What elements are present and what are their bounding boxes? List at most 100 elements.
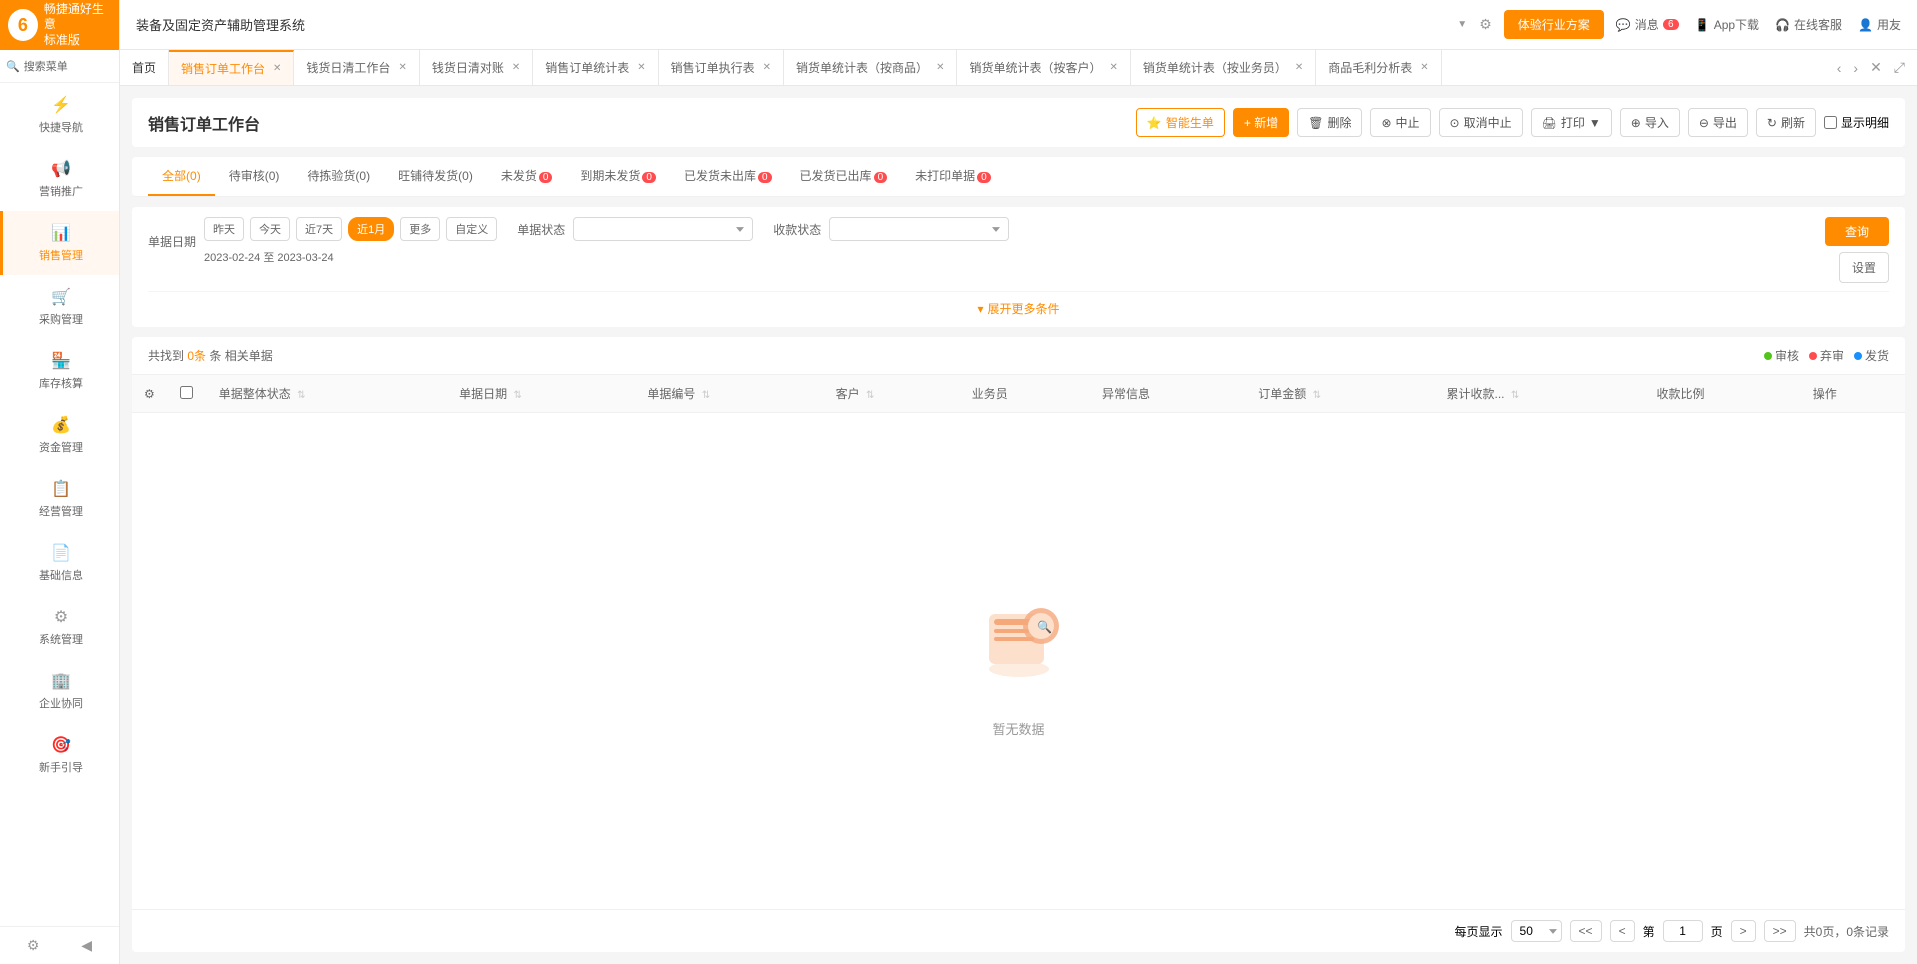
- filter-tab-pending-review[interactable]: 待审核(0): [215, 157, 294, 196]
- sidebar-item-guide[interactable]: 🎯 新手引导: [0, 723, 119, 787]
- tab-sales-workbench[interactable]: 销售订单工作台 ✕: [169, 50, 294, 86]
- page-header: 销售订单工作台 ⭐ 智能生单 + 新增 🗑 删除 ⊗ 中止 ⊙ 取消中止: [132, 98, 1905, 147]
- sidebar-item-enterprise[interactable]: 🏢 企业协同: [0, 659, 119, 723]
- filter-tab-all[interactable]: 全部(0): [148, 157, 215, 196]
- print-btn[interactable]: 🖨 打印 ▼: [1531, 108, 1612, 137]
- filter-tab-wangpu-ship[interactable]: 旺铺待发货(0): [384, 157, 487, 196]
- tab-close-summary-customer[interactable]: ✕: [1109, 62, 1117, 73]
- date-btn-7days[interactable]: 近7天: [296, 217, 342, 241]
- refresh-btn[interactable]: ↻ 刷新: [1756, 108, 1816, 137]
- new-btn[interactable]: + 新增: [1233, 108, 1289, 137]
- tab-sales-stats[interactable]: 销售订单统计表 ✕: [533, 50, 658, 86]
- sidebar-item-quick-nav[interactable]: ⚡ 快捷导航: [0, 83, 119, 147]
- tab-expand[interactable]: ⤢: [1890, 57, 1909, 78]
- tab-product-margin[interactable]: 商品毛利分析表 ✕: [1316, 50, 1441, 86]
- filter-tab-shipped-out[interactable]: 已发货已出库0: [786, 157, 902, 196]
- operations-icon: 📋: [51, 479, 71, 499]
- system-icon: ⚙: [54, 607, 68, 627]
- date-btn-today[interactable]: 今天: [250, 217, 290, 241]
- review-action[interactable]: 审核: [1764, 347, 1799, 364]
- tab-summary-customer[interactable]: 销货单统计表（按客户） ✕: [957, 50, 1130, 86]
- col-date[interactable]: 单据日期 ⇅: [447, 375, 635, 413]
- date-btn-more[interactable]: 更多: [400, 217, 440, 241]
- next-page-btn[interactable]: >: [1731, 920, 1756, 942]
- payment-select[interactable]: [829, 217, 1009, 241]
- tab-close-cash-reconcile[interactable]: ✕: [512, 62, 520, 73]
- tab-scroll-right[interactable]: ›: [1849, 58, 1862, 78]
- col-customer[interactable]: 客户 ⇅: [824, 375, 960, 413]
- message-item[interactable]: 💬 消息 6: [1616, 16, 1679, 33]
- col-collected[interactable]: 累计收款... ⇅: [1435, 375, 1645, 413]
- last-page-btn[interactable]: >>: [1764, 920, 1796, 942]
- sidebar-item-purchase[interactable]: 🛒 采购管理: [0, 275, 119, 339]
- tab-close-summary-product[interactable]: ✕: [936, 62, 944, 73]
- col-checkbox[interactable]: [167, 375, 207, 413]
- search-row: 单据日期 昨天 今天 近7天 近1月 更多 自定义 2023-02-24 至 2…: [148, 217, 1889, 283]
- date-btn-1month[interactable]: 近1月: [348, 217, 394, 241]
- first-page-btn[interactable]: <<: [1570, 920, 1602, 942]
- tab-close-cash-daily[interactable]: ✕: [398, 62, 406, 73]
- sort-collected-icon: ⇅: [1511, 390, 1519, 401]
- sidebar-item-operations[interactable]: 📋 经营管理: [0, 467, 119, 531]
- tab-sales-exec[interactable]: 销售订单执行表 ✕: [659, 50, 784, 86]
- tab-close-sales-workbench[interactable]: ✕: [273, 63, 281, 74]
- sidebar-item-basic-info[interactable]: 📄 基础信息: [0, 531, 119, 595]
- print-dropdown-icon[interactable]: ▼: [1589, 116, 1601, 130]
- col-amount[interactable]: 订单金额 ⇅: [1246, 375, 1434, 413]
- page-size-select[interactable]: 10 20 50 100: [1511, 920, 1562, 942]
- page-number-input[interactable]: [1663, 920, 1703, 942]
- ship-action[interactable]: 发货: [1854, 347, 1889, 364]
- tab-close-sales-stats[interactable]: ✕: [637, 62, 645, 73]
- stop-btn[interactable]: ⊗ 中止: [1370, 108, 1430, 137]
- smart-btn[interactable]: ⭐ 智能生单: [1136, 108, 1225, 137]
- import-btn[interactable]: ⊕ 导入: [1620, 108, 1680, 137]
- delete-btn[interactable]: 🗑 删除: [1297, 108, 1362, 137]
- export-btn[interactable]: ⊖ 导出: [1688, 108, 1748, 137]
- message-badge: 6: [1663, 19, 1679, 30]
- sidebar-item-marketing[interactable]: 📢 营销推广: [0, 147, 119, 211]
- col-settings[interactable]: ⚙: [132, 375, 167, 413]
- tab-close-product-margin[interactable]: ✕: [1420, 62, 1428, 73]
- date-btn-custom[interactable]: 自定义: [446, 217, 497, 241]
- experience-btn[interactable]: 体验行业方案: [1504, 10, 1604, 39]
- filter-tab-shipped-not-out[interactable]: 已发货未出库0: [670, 157, 786, 196]
- show-detail-checkbox[interactable]: [1824, 116, 1837, 129]
- sidebar-item-inventory[interactable]: 🏪 库存核算: [0, 339, 119, 403]
- sidebar-settings-icon[interactable]: ⚙: [27, 937, 40, 954]
- col-number[interactable]: 单据编号 ⇅: [635, 375, 823, 413]
- cancel-action[interactable]: 弃审: [1809, 347, 1844, 364]
- tab-close-sales-exec[interactable]: ✕: [763, 62, 771, 73]
- tab-cash-daily[interactable]: 钱货日清工作台 ✕: [294, 50, 419, 86]
- search-settings-btn[interactable]: 设置: [1839, 252, 1889, 283]
- online-service-item[interactable]: 🎧 在线客服: [1775, 16, 1842, 33]
- tab-close-all[interactable]: ✕: [1866, 57, 1886, 78]
- tab-cash-reconcile[interactable]: 钱货日清对账 ✕: [420, 50, 533, 86]
- show-detail-label[interactable]: 显示明细: [1824, 114, 1889, 131]
- status-select[interactable]: [573, 217, 753, 241]
- filter-tab-pending-inspect[interactable]: 待拣验货(0): [293, 157, 384, 196]
- filter-tab-overdue[interactable]: 到期未发货0: [566, 157, 670, 196]
- tab-close-summary-staff[interactable]: ✕: [1295, 62, 1303, 73]
- col-status[interactable]: 单据整体状态 ⇅: [207, 375, 447, 413]
- sidebar-collapse-icon[interactable]: ◀: [81, 937, 92, 954]
- system-dropdown-icon[interactable]: ▼: [1457, 19, 1467, 30]
- prev-page-btn[interactable]: <: [1610, 920, 1635, 942]
- sidebar-item-system[interactable]: ⚙ 系统管理: [0, 595, 119, 659]
- select-all-checkbox[interactable]: [180, 386, 193, 399]
- filter-tab-not-printed[interactable]: 未打印单据0: [901, 157, 1005, 196]
- cancel-stop-btn[interactable]: ⊙ 取消中止: [1439, 108, 1523, 137]
- header-settings-icon[interactable]: ⚙: [1479, 16, 1492, 33]
- query-btn[interactable]: 查询: [1825, 217, 1889, 246]
- tab-summary-product[interactable]: 销货单统计表（按商品） ✕: [784, 50, 957, 86]
- date-btn-yesterday[interactable]: 昨天: [204, 217, 244, 241]
- tab-summary-staff[interactable]: 销货单统计表（按业务员） ✕: [1131, 50, 1316, 86]
- app-download-item[interactable]: 📱 App下载: [1695, 16, 1759, 33]
- user-item[interactable]: 👤 用友: [1858, 16, 1901, 33]
- filter-tab-not-shipped[interactable]: 未发货0: [487, 157, 567, 196]
- sidebar-item-sales[interactable]: 📊 销售管理: [0, 211, 119, 275]
- sidebar-search[interactable]: 🔍 搜索菜单: [0, 50, 119, 83]
- expand-btn[interactable]: ▾ 展开更多条件: [977, 300, 1059, 317]
- tab-scroll-left[interactable]: ‹: [1833, 58, 1846, 78]
- sidebar-item-finance[interactable]: 💰 资金管理: [0, 403, 119, 467]
- tab-home[interactable]: 首页: [120, 50, 169, 86]
